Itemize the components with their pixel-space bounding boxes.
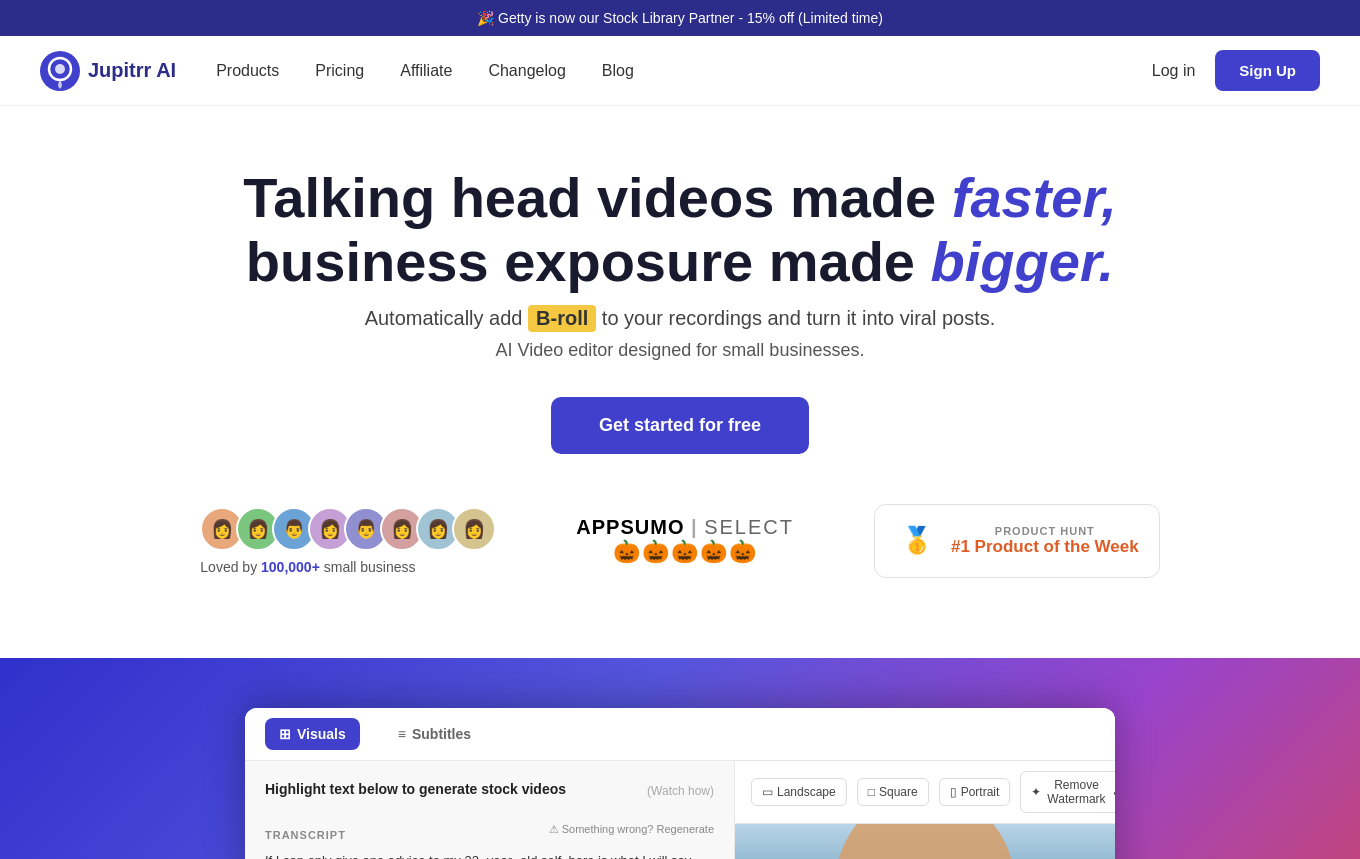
signup-button[interactable]: Sign Up — [1215, 50, 1320, 91]
announcement-bar: 🎉 Getty is now our Stock Library Partner… — [0, 0, 1360, 36]
visuals-icon: ⊞ — [279, 726, 291, 742]
landscape-button[interactable]: ▭ Landscape — [751, 778, 847, 806]
tab-visuals[interactable]: ⊞ Visuals — [265, 718, 360, 750]
title-accent1: faster, — [952, 166, 1117, 229]
login-button[interactable]: Log in — [1152, 62, 1196, 80]
cta-button[interactable]: Get started for free — [551, 397, 809, 454]
avatar: 👩 — [452, 507, 496, 551]
loved-count: 100,000+ — [261, 559, 320, 575]
portrait-button[interactable]: ▯ Portrait — [939, 778, 1011, 806]
app-main: Highlight text below to generate stock v… — [245, 761, 1115, 859]
appsumo-stars: 🎃🎃🎃🎃🎃 — [613, 539, 758, 565]
watermark-star-icon: ✦ — [1031, 785, 1041, 799]
tab-subtitles[interactable]: ≡ Subtitles — [384, 718, 485, 750]
loved-text: Loved by 100,000+ small business — [200, 559, 415, 575]
app-left-panel: Highlight text below to generate stock v… — [245, 761, 735, 859]
ph-value: #1 Product of the Week — [951, 537, 1139, 557]
nav-pricing[interactable]: Pricing — [315, 62, 364, 80]
app-left-title: Highlight text below to generate stock v… — [265, 781, 566, 797]
ph-label: PRODUCT HUNT — [951, 525, 1139, 537]
title-part1: Talking head videos made — [243, 166, 952, 229]
app-window: ⊞ Visuals ≡ Subtitles Highlight text bel… — [245, 708, 1115, 859]
product-hunt-badge: 🥇 PRODUCT HUNT #1 Product of the Week — [874, 504, 1160, 578]
app-right-panel: ▭ Landscape □ Square ▯ Portrait ✦ Remove… — [735, 761, 1115, 859]
social-proof-row: 👩 👩 👨 👩 👨 👩 👩 👩 Loved by 100,000+ small … — [40, 504, 1320, 578]
svg-point-2 — [55, 64, 65, 74]
landscape-icon: ▭ — [762, 785, 773, 799]
hero-subtitle: Automatically add B-roll to your recordi… — [40, 305, 1320, 332]
subtitles-icon: ≡ — [398, 726, 406, 742]
person-head — [835, 824, 1015, 859]
square-button[interactable]: □ Square — [857, 778, 929, 806]
nav-changelog[interactable]: Changelog — [488, 62, 565, 80]
navbar: Jupitrr AI Products Pricing Affiliate Ch… — [0, 36, 1360, 106]
hero-sub2: AI Video editor designed for small busin… — [40, 340, 1320, 361]
regenerate-link[interactable]: ⚠ Something wrong? Regenerate — [549, 823, 714, 836]
portrait-icon: ▯ — [950, 785, 957, 799]
app-section: ⊞ Visuals ≡ Subtitles Highlight text bel… — [0, 658, 1360, 859]
avatars-group: 👩 👩 👨 👩 👨 👩 👩 👩 — [200, 507, 496, 551]
video-preview — [735, 824, 1115, 859]
app-tabs-bar: ⊞ Visuals ≡ Subtitles — [245, 708, 1115, 761]
hero-title: Talking head videos made faster, busines… — [40, 166, 1320, 295]
title-part2: business exposure made — [246, 230, 931, 293]
video-person — [735, 824, 1115, 859]
ph-text: PRODUCT HUNT #1 Product of the Week — [951, 525, 1139, 557]
nav-links: Products Pricing Affiliate Changelog Blo… — [216, 62, 1152, 80]
logo-link[interactable]: Jupitrr AI — [40, 51, 176, 91]
title-accent2: bigger. — [931, 230, 1115, 293]
subtitle-part1: Automatically add — [365, 307, 528, 329]
app-right-toolbar: ▭ Landscape □ Square ▯ Portrait ✦ Remove… — [735, 761, 1115, 824]
broll-badge: B-roll — [528, 305, 596, 332]
square-icon: □ — [868, 785, 875, 799]
logo-text: Jupitrr AI — [88, 59, 176, 82]
nav-affiliate[interactable]: Affiliate — [400, 62, 452, 80]
remove-watermark-button[interactable]: ✦ Remove Watermark ✓ — [1020, 771, 1115, 813]
logo-icon — [40, 51, 80, 91]
watch-how[interactable]: (Watch how) — [647, 784, 714, 798]
appsumo-badge: APPSUMO | SELECT 🎃🎃🎃🎃🎃 — [576, 516, 794, 565]
avatars-section: 👩 👩 👨 👩 👨 👩 👩 👩 Loved by 100,000+ small … — [200, 507, 496, 575]
announcement-text: 🎉 Getty is now our Stock Library Partner… — [477, 10, 883, 26]
subtitle-part2: to your recordings and turn it into vira… — [596, 307, 995, 329]
nav-products[interactable]: Products — [216, 62, 279, 80]
checkmark-icon: ✓ — [1112, 785, 1115, 799]
ph-medal-icon: 🥇 — [895, 519, 939, 563]
hero-section: Talking head videos made faster, busines… — [0, 106, 1360, 658]
appsumo-title: APPSUMO | SELECT — [576, 516, 794, 539]
transcript-label: TRANSCRIPT — [265, 829, 346, 841]
nav-actions: Log in Sign Up — [1152, 50, 1320, 91]
transcript-text: If I can only give one advice to my 22 -… — [265, 851, 714, 859]
nav-blog[interactable]: Blog — [602, 62, 634, 80]
